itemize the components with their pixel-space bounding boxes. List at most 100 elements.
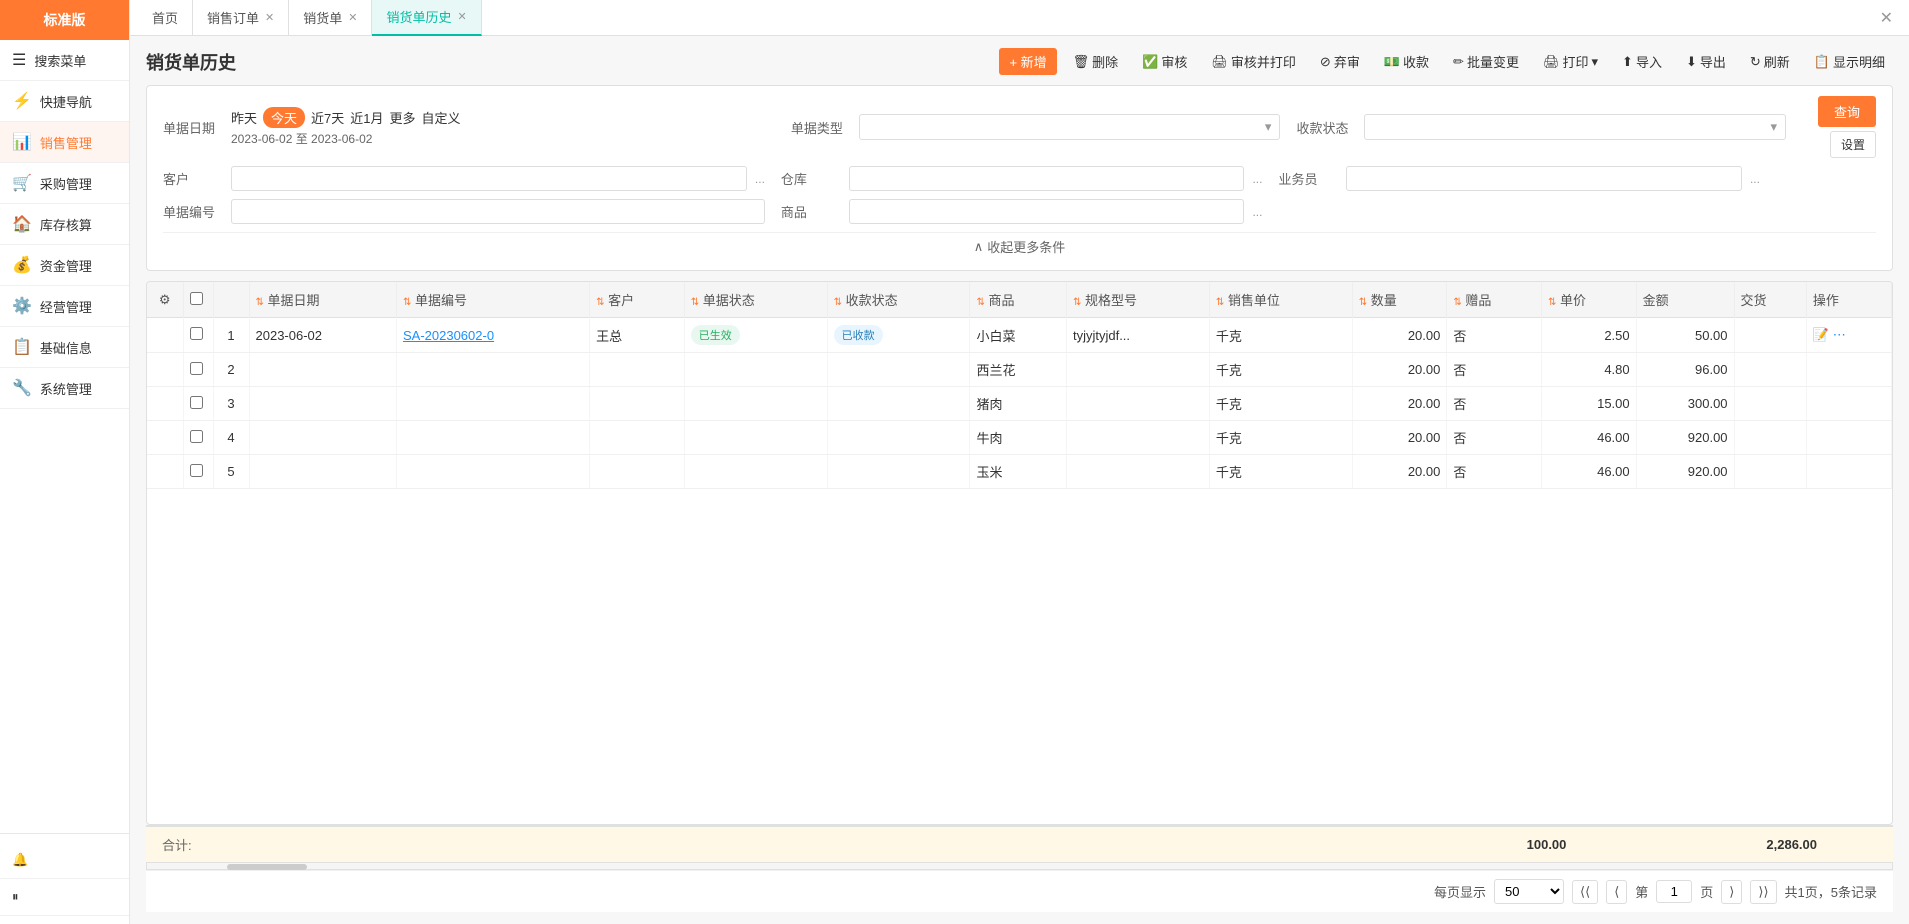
show-details-button[interactable]: 📋 显示明细 bbox=[1806, 48, 1893, 75]
date-tag-today[interactable]: 今天 bbox=[263, 107, 305, 128]
date-tag-7days[interactable]: 近7天 bbox=[311, 108, 344, 127]
new-button[interactable]: + 新增 bbox=[999, 48, 1056, 75]
delete-button[interactable]: 🗑 删除 bbox=[1065, 48, 1127, 75]
print-button[interactable]: 🖨 打印 ▾ bbox=[1535, 48, 1606, 75]
cell-checkbox[interactable] bbox=[183, 421, 213, 455]
tab-sales-history[interactable]: 销货单历史 ✕ bbox=[372, 0, 481, 36]
date-tag-more[interactable]: 更多 bbox=[390, 108, 416, 127]
tab-sales-delivery[interactable]: 销货单 ✕ bbox=[289, 0, 372, 36]
date-tag-1month[interactable]: 近1月 bbox=[350, 108, 383, 127]
sidebar-item-purchase-mgmt[interactable]: 🛒 采购管理 bbox=[0, 163, 129, 204]
col-unit[interactable]: ⇅ 销售单位 bbox=[1209, 282, 1352, 318]
refresh-button[interactable]: ↻ 刷新 bbox=[1742, 48, 1798, 75]
col-doc-date[interactable]: ⇅ 单据日期 bbox=[249, 282, 396, 318]
col-unit-price[interactable]: ⇅ 单价 bbox=[1542, 282, 1637, 318]
product-more[interactable]: ... bbox=[1252, 205, 1262, 219]
cell-unit: 千克 bbox=[1209, 387, 1352, 421]
col-payment-status[interactable]: ⇅ 收款状态 bbox=[827, 282, 970, 318]
sidebar-notification[interactable]: 🔔 bbox=[0, 842, 129, 879]
col-doc-no[interactable]: ⇅ 单据编号 bbox=[396, 282, 589, 318]
col-customer[interactable]: ⇅ 客户 bbox=[590, 282, 685, 318]
page-number-input[interactable] bbox=[1656, 880, 1692, 903]
warehouse-input[interactable] bbox=[849, 166, 1245, 191]
query-button[interactable]: 查询 bbox=[1818, 96, 1876, 127]
sidebar-item-quick-nav[interactable]: ⚡ 快捷导航 bbox=[0, 81, 129, 122]
warehouse-more[interactable]: ... bbox=[1252, 172, 1262, 186]
row-checkbox[interactable] bbox=[190, 327, 203, 340]
next-page-button[interactable]: ⟩ bbox=[1721, 880, 1742, 904]
tab-home[interactable]: 首页 bbox=[138, 0, 193, 36]
row-checkbox[interactable] bbox=[190, 362, 203, 375]
audit-button[interactable]: ✅ 审核 bbox=[1134, 48, 1195, 75]
sidebar-item-inventory[interactable]: 🏠 库存核算 bbox=[0, 204, 129, 245]
sidebar-item-ops-mgmt[interactable]: ⚙️ 经营管理 bbox=[0, 286, 129, 327]
cell-product: 猪肉 bbox=[970, 387, 1067, 421]
sidebar-item-sales-mgmt[interactable]: 📊 销售管理 bbox=[0, 122, 129, 163]
tab-sales-history-close[interactable]: ✕ bbox=[458, 10, 467, 23]
collapse-button[interactable]: ∧ 收起更多条件 bbox=[163, 232, 1876, 260]
tab-sales-order[interactable]: 销售订单 ✕ bbox=[193, 0, 289, 36]
date-tag-custom[interactable]: 自定义 bbox=[422, 108, 461, 127]
date-tag-yesterday[interactable]: 昨天 bbox=[231, 108, 257, 127]
last-page-button[interactable]: ⟩⟩ bbox=[1750, 880, 1776, 904]
tab-sales-delivery-close[interactable]: ✕ bbox=[348, 11, 357, 24]
sidebar-item-search-menu[interactable]: ☰ 搜索菜单 bbox=[0, 40, 129, 81]
col-product[interactable]: ⇅ 商品 bbox=[970, 282, 1067, 318]
cell-checkbox[interactable] bbox=[183, 353, 213, 387]
batch-change-icon: ✏ bbox=[1453, 54, 1464, 70]
staff-input[interactable] bbox=[1346, 166, 1742, 191]
product-input[interactable] bbox=[849, 199, 1245, 224]
staff-more[interactable]: ... bbox=[1750, 172, 1760, 186]
sidebar-item-label-inventory: 库存核算 bbox=[40, 215, 92, 234]
per-page-label: 每页显示 bbox=[1434, 882, 1486, 901]
collapse-icon: ∧ bbox=[974, 239, 984, 255]
cell-checkbox[interactable] bbox=[183, 318, 213, 353]
sidebar-item-label-purchase-mgmt: 采购管理 bbox=[40, 174, 92, 193]
doc-no-input[interactable] bbox=[231, 199, 765, 224]
sidebar-item-sys-mgmt[interactable]: 🔧 系统管理 bbox=[0, 368, 129, 409]
export-button[interactable]: ⬇ 导出 bbox=[1678, 48, 1734, 75]
cell-spec bbox=[1066, 421, 1209, 455]
tabs-close-all[interactable]: ✕ bbox=[1872, 8, 1901, 28]
summary-label: 合计: bbox=[162, 835, 192, 854]
collect-button[interactable]: 💵 收款 bbox=[1376, 48, 1437, 75]
batch-change-button[interactable]: ✏ 批量变更 bbox=[1445, 48, 1527, 75]
col-settings[interactable]: ⚙ bbox=[147, 282, 183, 318]
col-doc-status[interactable]: ⇅ 单据状态 bbox=[684, 282, 827, 318]
sidebar-pause[interactable]: ⏸ bbox=[0, 879, 129, 916]
row-checkbox[interactable] bbox=[190, 430, 203, 443]
cell-checkbox[interactable] bbox=[183, 387, 213, 421]
first-page-button[interactable]: ⟨⟨ bbox=[1572, 880, 1598, 904]
prev-page-button[interactable]: ⟨ bbox=[1606, 880, 1627, 904]
col-gift[interactable]: ⇅ 赠品 bbox=[1447, 282, 1542, 318]
import-button[interactable]: ⬆ 导入 bbox=[1614, 48, 1670, 75]
row-checkbox[interactable] bbox=[190, 464, 203, 477]
cell-checkbox[interactable] bbox=[183, 455, 213, 489]
cell-gift: 否 bbox=[1447, 387, 1542, 421]
doc-type-select[interactable]: ▾ bbox=[859, 114, 1281, 140]
customer-more[interactable]: ... bbox=[755, 172, 765, 186]
action-edit[interactable]: 📝 bbox=[1813, 327, 1829, 342]
action-more[interactable]: ⋯ bbox=[1833, 327, 1846, 342]
audit-print-button[interactable]: 🖨 审核并打印 bbox=[1203, 48, 1304, 75]
export-icon: ⬇ bbox=[1686, 54, 1697, 70]
refresh-label: 刷新 bbox=[1764, 52, 1790, 71]
customer-input[interactable] bbox=[231, 166, 747, 191]
row-checkbox[interactable] bbox=[190, 396, 203, 409]
batch-change-label: 批量变更 bbox=[1467, 52, 1519, 71]
doc-no-link[interactable]: SA-20230602-0 bbox=[403, 328, 494, 343]
per-page-select[interactable]: 50 100 200 bbox=[1494, 879, 1564, 904]
sidebar-item-basic-info[interactable]: 📋 基础信息 bbox=[0, 327, 129, 368]
sidebar-item-capital-mgmt[interactable]: 💰 资金管理 bbox=[0, 245, 129, 286]
setting-button[interactable]: 设置 bbox=[1830, 131, 1876, 158]
horizontal-scrollbar[interactable] bbox=[146, 862, 1893, 870]
select-all-checkbox[interactable] bbox=[190, 292, 203, 305]
cell-doc-no bbox=[396, 353, 589, 387]
cell-doc-date bbox=[249, 387, 396, 421]
col-spec[interactable]: ⇅ 规格型号 bbox=[1066, 282, 1209, 318]
payment-status-select[interactable]: ▾ bbox=[1364, 114, 1786, 140]
col-quantity[interactable]: ⇅ 数量 bbox=[1352, 282, 1447, 318]
tab-sales-order-close[interactable]: ✕ bbox=[265, 11, 274, 24]
abandon-button[interactable]: ⊘ 弃审 bbox=[1312, 48, 1368, 75]
col-checkbox[interactable] bbox=[183, 282, 213, 318]
